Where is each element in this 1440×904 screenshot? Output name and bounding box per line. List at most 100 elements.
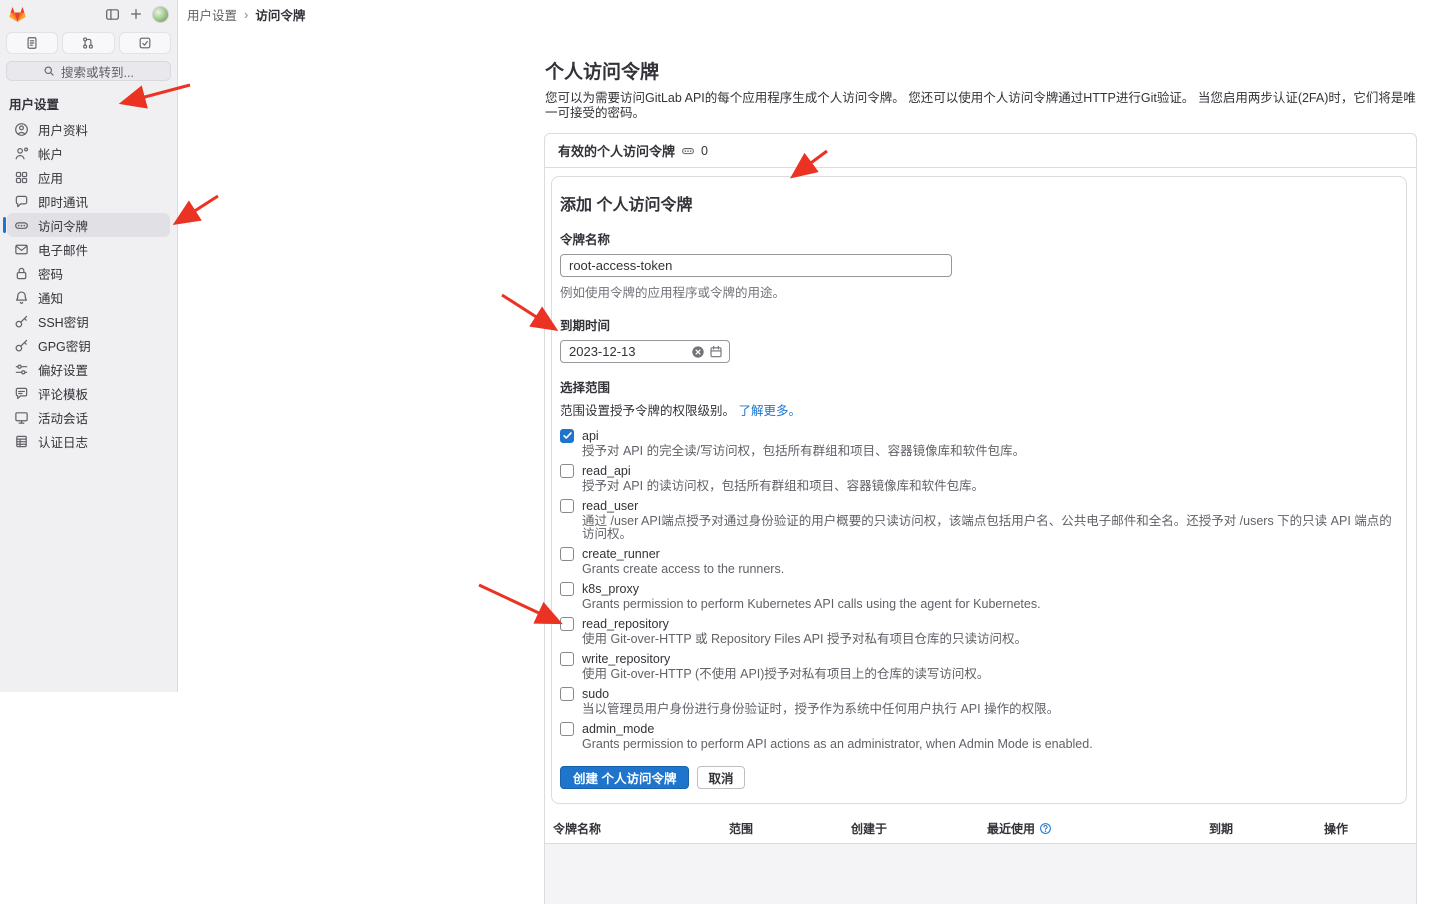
token-name-input[interactable] — [560, 254, 952, 277]
scope-checkbox-write_repository[interactable] — [560, 651, 574, 666]
sidebar-item-label: 即时通讯 — [38, 195, 89, 210]
search-icon — [43, 65, 55, 77]
sidebar-item-gpg-keys[interactable]: GPG密钥 — [7, 333, 170, 357]
todo-shortcut-button[interactable] — [118, 32, 171, 54]
gitlab-logo-icon[interactable] — [8, 5, 27, 23]
chevron-right-icon: › — [244, 6, 249, 22]
sidebar-item-label: 密码 — [38, 267, 64, 282]
scope-checkbox-read_repository[interactable] — [560, 616, 574, 631]
scope-name[interactable]: write_repository — [582, 652, 670, 666]
sidebar-item-access-tokens[interactable]: 访问令牌 — [3, 213, 170, 237]
sidebar-item-profile[interactable]: 用户资料 — [7, 117, 170, 141]
sidebar-item-label: 访问令牌 — [38, 219, 89, 234]
scope-name[interactable]: k8s_proxy — [582, 582, 639, 596]
scope-checkbox-k8s_proxy[interactable] — [560, 581, 574, 596]
scope-description: 当以管理员用户身份进行身份验证时，授予作为系统中任何用户执行 API 操作的权限… — [582, 702, 1060, 716]
sidebar-toggle-icon[interactable] — [105, 7, 120, 22]
scope-checkbox-api[interactable] — [560, 428, 574, 443]
search-placeholder: 搜索或转到... — [61, 65, 134, 80]
add-token-form: 添加 个人访问令牌 令牌名称 例如使用令牌的应用程序或令牌的用途。 到期时间 — [551, 176, 1407, 804]
scope-name[interactable]: sudo — [582, 687, 609, 701]
scope-name[interactable]: read_api — [582, 464, 631, 478]
sidebar-item-chat[interactable]: 即时通讯 — [7, 189, 170, 213]
sidebar-item-label: 活动会话 — [38, 411, 89, 426]
sliders-icon — [14, 362, 29, 377]
create-token-button[interactable]: 创建 个人访问令牌 — [560, 766, 690, 789]
account-icon — [14, 146, 29, 161]
sidebar-item-comment-templates[interactable]: 评论模板 — [7, 381, 170, 405]
page-title: 个人访问令牌 — [545, 62, 660, 83]
sidebar-item-ssh-keys[interactable]: SSH密钥 — [7, 309, 170, 333]
expiry-date-input[interactable] — [561, 341, 687, 362]
scope-name[interactable]: create_runner — [582, 547, 660, 561]
sidebar-item-authentication-log[interactable]: 认证日志 — [7, 429, 170, 453]
table-column-label: 最近使用 — [987, 822, 1036, 836]
sidebar-item-account[interactable]: 帐户 — [7, 141, 170, 165]
plus-icon[interactable] — [129, 7, 143, 21]
scope-checkbox-read_user[interactable] — [560, 498, 574, 513]
active-tokens-card: 有效的个人访问令牌 0 添加 个人访问令牌 令牌名称 例如使用令牌的应用程序或令… — [544, 133, 1417, 904]
sidebar-item-password[interactable]: 密码 — [7, 261, 170, 285]
scope-description: 通过 /user API端点授予对通过身份验证的用户概要的只读访问权，该端点包括… — [582, 514, 1392, 541]
scope-description: 使用 Git-over-HTTP 或 Repository Files API … — [582, 632, 1027, 646]
sidebar-item-notifications[interactable]: 通知 — [7, 285, 170, 309]
scope-checkbox-sudo[interactable] — [560, 686, 574, 701]
monitor-icon — [14, 410, 29, 425]
breadcrumb-user-settings[interactable]: 用户设置 — [187, 5, 237, 24]
token-name-label: 令牌名称 — [560, 233, 611, 247]
issues-shortcut-button[interactable] — [6, 32, 59, 54]
sidebar-item-emails[interactable]: 电子邮件 — [7, 237, 170, 261]
tokens-table-empty-row — [545, 844, 1416, 904]
token-icon — [14, 218, 29, 233]
avatar[interactable] — [152, 5, 169, 23]
key-icon — [14, 338, 29, 353]
user-circle-icon — [14, 122, 29, 137]
active-tokens-header: 有效的个人访问令牌 0 — [545, 134, 1416, 168]
calendar-icon[interactable] — [709, 345, 723, 359]
scope-row-read_api: read_api 授予对 API 的读访问权，包括所有群组和项目、容器镜像库和软件… — [560, 463, 1396, 493]
scope-name[interactable]: read_repository — [582, 617, 669, 631]
mail-icon — [14, 242, 29, 257]
learn-more-link[interactable]: 了解更多。 — [739, 404, 802, 418]
scopes-help: 范围设置授予令牌的权限级别。 了解更多。 — [560, 400, 1396, 419]
main-content: 个人访问令牌 您可以为需要访问GitLab API的每个应用程序生成个人访问令牌… — [544, 28, 1417, 904]
scope-row-admin_mode: admin_mode Grants permission to perform A… — [560, 721, 1396, 751]
sidebar: 搜索或转到... 用户设置 用户资料帐户 应用即时通讯访问令牌电子邮件密码通知 SS… — [0, 0, 178, 692]
scope-name[interactable]: read_user — [582, 499, 638, 513]
scope-name[interactable]: admin_mode — [582, 722, 654, 736]
scope-checkbox-admin_mode[interactable] — [560, 721, 574, 736]
search-input[interactable]: 搜索或转到... — [6, 61, 171, 81]
scope-checkbox-create_runner[interactable] — [560, 546, 574, 561]
scope-row-write_repository: write_repository 使用 Git-over-HTTP (不使用 AP… — [560, 651, 1396, 681]
clear-date-icon[interactable] — [691, 345, 705, 359]
sidebar-item-label: 评论模板 — [38, 387, 89, 402]
sidebar-item-label: GPG密钥 — [38, 339, 91, 354]
sidebar-section-label: 用户设置 — [9, 98, 60, 112]
merge-requests-shortcut-button[interactable] — [62, 32, 115, 54]
table-column-header: 最近使用 — [987, 820, 1052, 837]
table-column-header: 创建于 — [851, 820, 887, 837]
sidebar-item-active-sessions[interactable]: 活动会话 — [7, 405, 170, 429]
help-icon[interactable] — [1039, 822, 1052, 835]
scopes-list: api 授予对 API 的完全读/写访问权，包括所有群组和项目、容器镜像库和软件包… — [560, 428, 1396, 751]
expiry-date-field[interactable] — [560, 340, 730, 363]
sidebar-item-preferences[interactable]: 偏好设置 — [7, 357, 170, 381]
scope-description: 授予对 API 的完全读/写访问权，包括所有群组和项目、容器镜像库和软件包库。 — [582, 444, 1026, 458]
table-column-header: 操作 — [1324, 820, 1348, 837]
scope-row-create_runner: create_runner Grants create access to the… — [560, 546, 1396, 576]
sidebar-item-label: 用户资料 — [38, 123, 89, 138]
scope-name[interactable]: api — [582, 429, 599, 443]
sidebar-item-label: 电子邮件 — [38, 243, 89, 258]
comment-icon — [14, 386, 29, 401]
sidebar-item-applications[interactable]: 应用 — [7, 165, 170, 189]
scope-row-api: api 授予对 API 的完全读/写访问权，包括所有群组和项目、容器镜像库和软件包… — [560, 428, 1396, 458]
log-icon — [14, 434, 29, 449]
cancel-button[interactable]: 取消 — [697, 766, 745, 789]
scopes-label: 选择范围 — [560, 381, 611, 395]
scope-description: Grants permission to perform Kubernetes … — [582, 597, 1041, 611]
scope-description: 使用 Git-over-HTTP (不使用 API)授予对私有项目上的仓库的读写… — [582, 667, 990, 681]
form-title: 添加 个人访问令牌 — [560, 197, 693, 214]
scope-checkbox-read_api[interactable] — [560, 463, 574, 478]
scope-row-k8s_proxy: k8s_proxy Grants permission to perform Ku… — [560, 581, 1396, 611]
todo-check-icon — [138, 36, 152, 50]
